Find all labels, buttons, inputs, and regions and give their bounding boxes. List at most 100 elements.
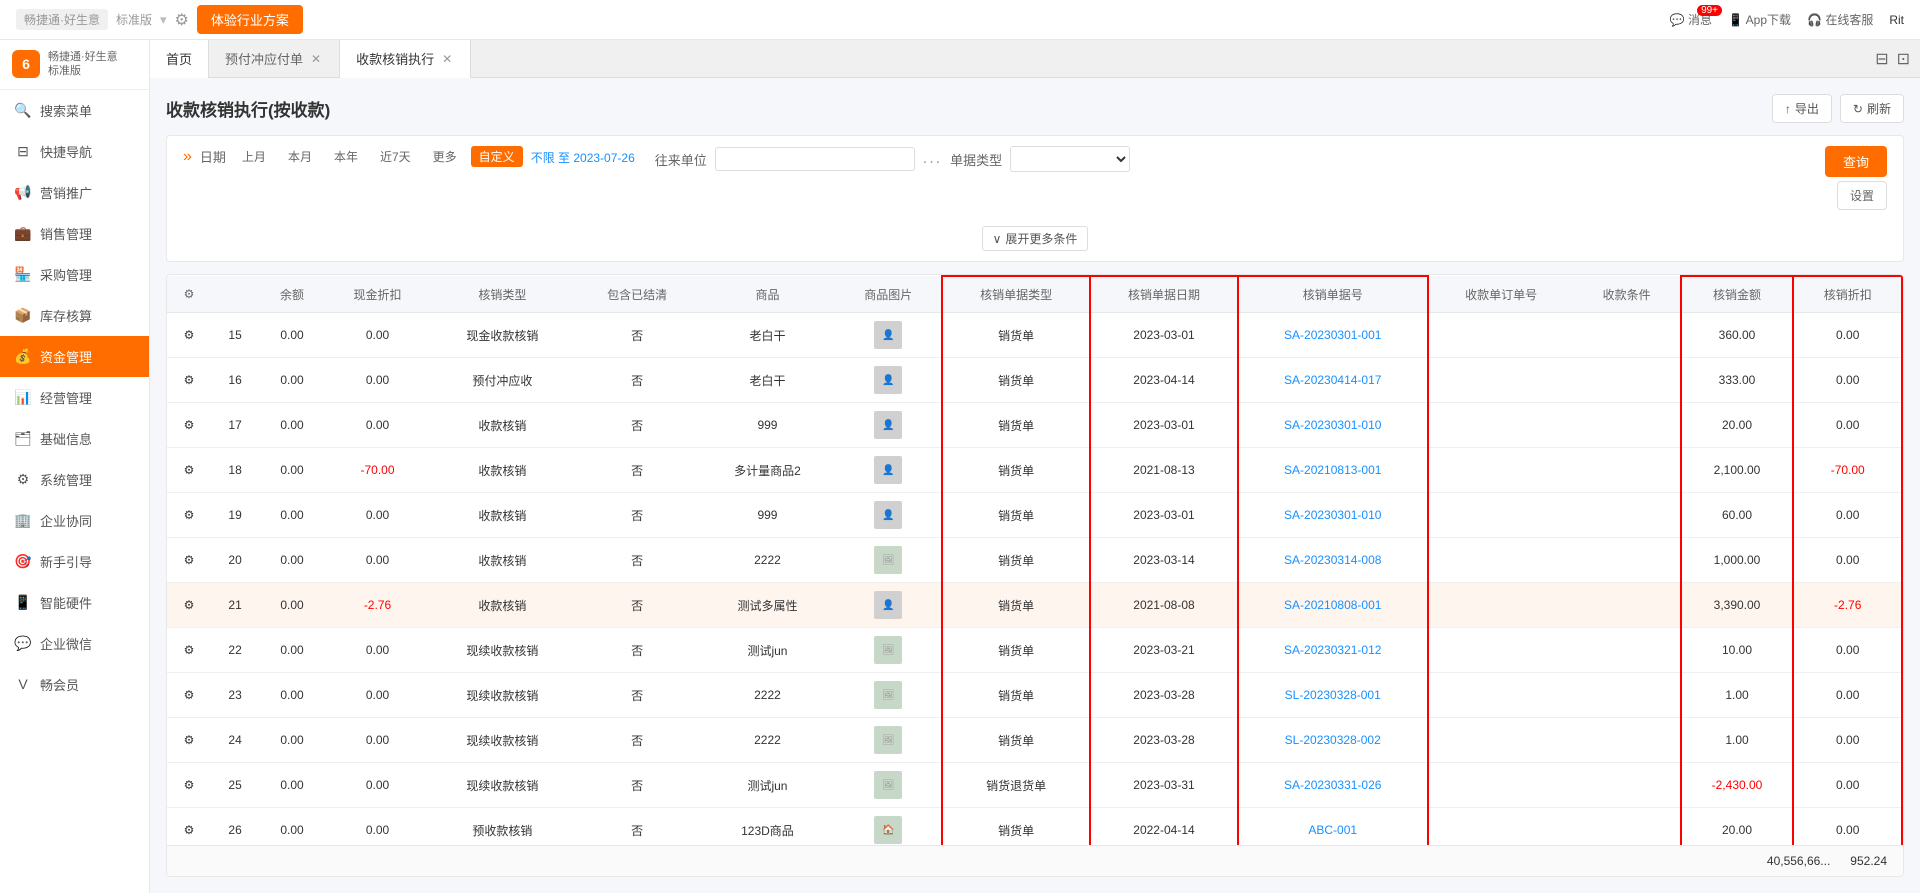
online-service[interactable]: 🎧 在线客服: [1807, 11, 1873, 28]
cell-cancel-no[interactable]: SL-20230328-002: [1238, 718, 1428, 763]
sidebar-item-corp[interactable]: 🏢 企业协同: [0, 500, 149, 541]
cell-cancel-no[interactable]: SA-20230414-017: [1238, 358, 1428, 403]
cell-included: 否: [575, 808, 700, 846]
cell-no: 15: [211, 313, 259, 358]
date-btn-7days[interactable]: 近7天: [372, 146, 419, 167]
cell-settings[interactable]: ⚙: [167, 628, 211, 673]
sidebar-label-sales: 销售管理: [40, 224, 92, 243]
cancel-no-link[interactable]: SA-20230301-010: [1284, 418, 1381, 432]
cancel-no-link[interactable]: SA-20210813-001: [1284, 463, 1381, 477]
sidebar-item-finance[interactable]: 💰 资金管理: [0, 336, 149, 377]
cell-settings[interactable]: ⚙: [167, 358, 211, 403]
cancel-no-link[interactable]: ABC-001: [1308, 823, 1357, 837]
cell-settings[interactable]: ⚙: [167, 763, 211, 808]
table-scroll[interactable]: ⚙ 余额 现金折扣 核销类型 包含已结清 商品 商品图片 核销单据类型 核销单据…: [167, 275, 1903, 845]
cell-balance: 0.00: [259, 448, 325, 493]
cell-cancel-no[interactable]: SA-20210813-001: [1238, 448, 1428, 493]
sidebar-label-marketing: 营销推广: [40, 183, 92, 202]
cancel-no-link[interactable]: SA-20230321-012: [1284, 643, 1381, 657]
sidebar-item-purchase[interactable]: 🏪 采购管理: [0, 254, 149, 295]
cell-cancel-no[interactable]: SA-20230301-010: [1238, 403, 1428, 448]
sidebar-item-basic[interactable]: 🗂 基础信息: [0, 418, 149, 459]
export-btn[interactable]: ↑ 导出: [1772, 94, 1832, 123]
dropdown-arrow[interactable]: ▾: [160, 12, 167, 28]
col-cancel-date: 核销单据日期: [1090, 276, 1238, 313]
message-badge[interactable]: 💬 消息 99+: [1670, 11, 1712, 28]
tab-minimize-btn[interactable]: ⊟: [1875, 49, 1888, 69]
sidebar-item-sales[interactable]: 💼 销售管理: [0, 213, 149, 254]
cell-settings[interactable]: ⚙: [167, 583, 211, 628]
cancel-no-link[interactable]: SL-20230328-002: [1285, 733, 1381, 747]
cell-cancel-amount: 360.00: [1681, 313, 1794, 358]
tab-maximize-btn[interactable]: ⊡: [1897, 49, 1910, 69]
refresh-btn[interactable]: ↻ 刷新: [1840, 94, 1904, 123]
date-btn-this-month[interactable]: 本月: [280, 146, 320, 167]
page-header: 收款核销执行(按收款) ↑ 导出 ↻ 刷新: [166, 94, 1904, 123]
sidebar-item-newbie[interactable]: 🎯 新手引导: [0, 541, 149, 582]
sidebar-item-hardware[interactable]: 📱 智能硬件: [0, 582, 149, 623]
product-img: 🖼: [874, 636, 902, 664]
cell-settings[interactable]: ⚙: [167, 718, 211, 763]
cell-settings[interactable]: ⚙: [167, 538, 211, 583]
tab-collection-close[interactable]: ✕: [440, 52, 454, 66]
gear-icon[interactable]: ⚙: [175, 10, 189, 30]
cell-included: 否: [575, 628, 700, 673]
sidebar-item-operations[interactable]: 📊 经营管理: [0, 377, 149, 418]
cell-cancel-date: 2023-03-28: [1090, 673, 1238, 718]
cell-settings[interactable]: ⚙: [167, 808, 211, 846]
cell-product: 老白干: [700, 358, 836, 403]
expand-btn[interactable]: ∨ 展开更多条件: [982, 226, 1089, 251]
hardware-icon: 📱: [14, 593, 32, 611]
cancel-no-link[interactable]: SA-20230414-017: [1284, 373, 1381, 387]
sidebar-item-inventory[interactable]: 📦 库存核算: [0, 295, 149, 336]
cell-settings[interactable]: ⚙: [167, 448, 211, 493]
cancel-no-link[interactable]: SA-20230314-008: [1284, 553, 1381, 567]
sidebar-item-marketing[interactable]: 📢 营销推广: [0, 172, 149, 213]
cell-cancel-amount: 1.00: [1681, 718, 1794, 763]
cancel-no-link[interactable]: SA-20230301-010: [1284, 508, 1381, 522]
cell-cancel-no[interactable]: ABC-001: [1238, 808, 1428, 846]
date-btn-this-year[interactable]: 本年: [326, 146, 366, 167]
cell-settings[interactable]: ⚙: [167, 403, 211, 448]
tab-prepay-close[interactable]: ✕: [309, 52, 323, 66]
cell-collection-order: [1428, 313, 1574, 358]
cancel-no-link[interactable]: SA-20230331-026: [1284, 778, 1381, 792]
user-name[interactable]: Rit: [1889, 13, 1904, 27]
cell-cancel-no[interactable]: SA-20210808-001: [1238, 583, 1428, 628]
table-row: ⚙ 24 0.00 0.00 现续收款核销 否 2222 🖼 销货单 2023-…: [167, 718, 1902, 763]
bill-type-select[interactable]: [1010, 146, 1130, 172]
query-btn[interactable]: 查询: [1825, 146, 1887, 177]
col-settings[interactable]: ⚙: [167, 276, 211, 313]
sidebar-item-wechat[interactable]: 💬 企业微信: [0, 623, 149, 664]
cell-settings[interactable]: ⚙: [167, 673, 211, 718]
sidebar: 6 畅捷通·好生意 标准版 🔍 搜索菜单 ⊟ 快捷导航 📢 营销推广 💼 销售管…: [0, 40, 150, 893]
cancel-no-link[interactable]: SA-20230301-001: [1284, 328, 1381, 342]
cell-cancel-no[interactable]: SL-20230328-001: [1238, 673, 1428, 718]
sidebar-item-quick[interactable]: ⊟ 快捷导航: [0, 131, 149, 172]
filter-expand-icon[interactable]: »: [183, 148, 192, 166]
partner-input[interactable]: [715, 147, 915, 171]
tab-collection[interactable]: 收款核销执行 ✕: [340, 40, 471, 78]
date-btn-last-month[interactable]: 上月: [234, 146, 274, 167]
date-btn-custom[interactable]: 自定义: [471, 146, 523, 167]
cell-cancel-date: 2023-03-01: [1090, 403, 1238, 448]
cancel-no-link[interactable]: SL-20230328-001: [1285, 688, 1381, 702]
tab-prepay[interactable]: 预付冲应付单 ✕: [209, 40, 340, 78]
cell-cancel-no[interactable]: SA-20230314-008: [1238, 538, 1428, 583]
date-btn-more[interactable]: 更多: [425, 146, 465, 167]
cell-settings[interactable]: ⚙: [167, 493, 211, 538]
solution-btn[interactable]: 体验行业方案: [197, 5, 303, 34]
cancel-no-link[interactable]: SA-20210808-001: [1284, 598, 1381, 612]
cell-cancel-no[interactable]: SA-20230301-001: [1238, 313, 1428, 358]
cell-settings[interactable]: ⚙: [167, 313, 211, 358]
tab-home[interactable]: 首页: [150, 40, 209, 78]
app-download[interactable]: 📱 App下载: [1728, 11, 1791, 28]
setting-btn[interactable]: 设置: [1837, 181, 1887, 210]
sidebar-item-vip[interactable]: V 畅会员: [0, 664, 149, 705]
cell-cancel-no[interactable]: SA-20230321-012: [1238, 628, 1428, 673]
cell-cancel-bill-type: 销货退货单: [942, 763, 1090, 808]
sidebar-item-search[interactable]: 🔍 搜索菜单: [0, 90, 149, 131]
cell-cancel-no[interactable]: SA-20230301-010: [1238, 493, 1428, 538]
sidebar-item-system[interactable]: ⚙ 系统管理: [0, 459, 149, 500]
cell-cancel-no[interactable]: SA-20230331-026: [1238, 763, 1428, 808]
